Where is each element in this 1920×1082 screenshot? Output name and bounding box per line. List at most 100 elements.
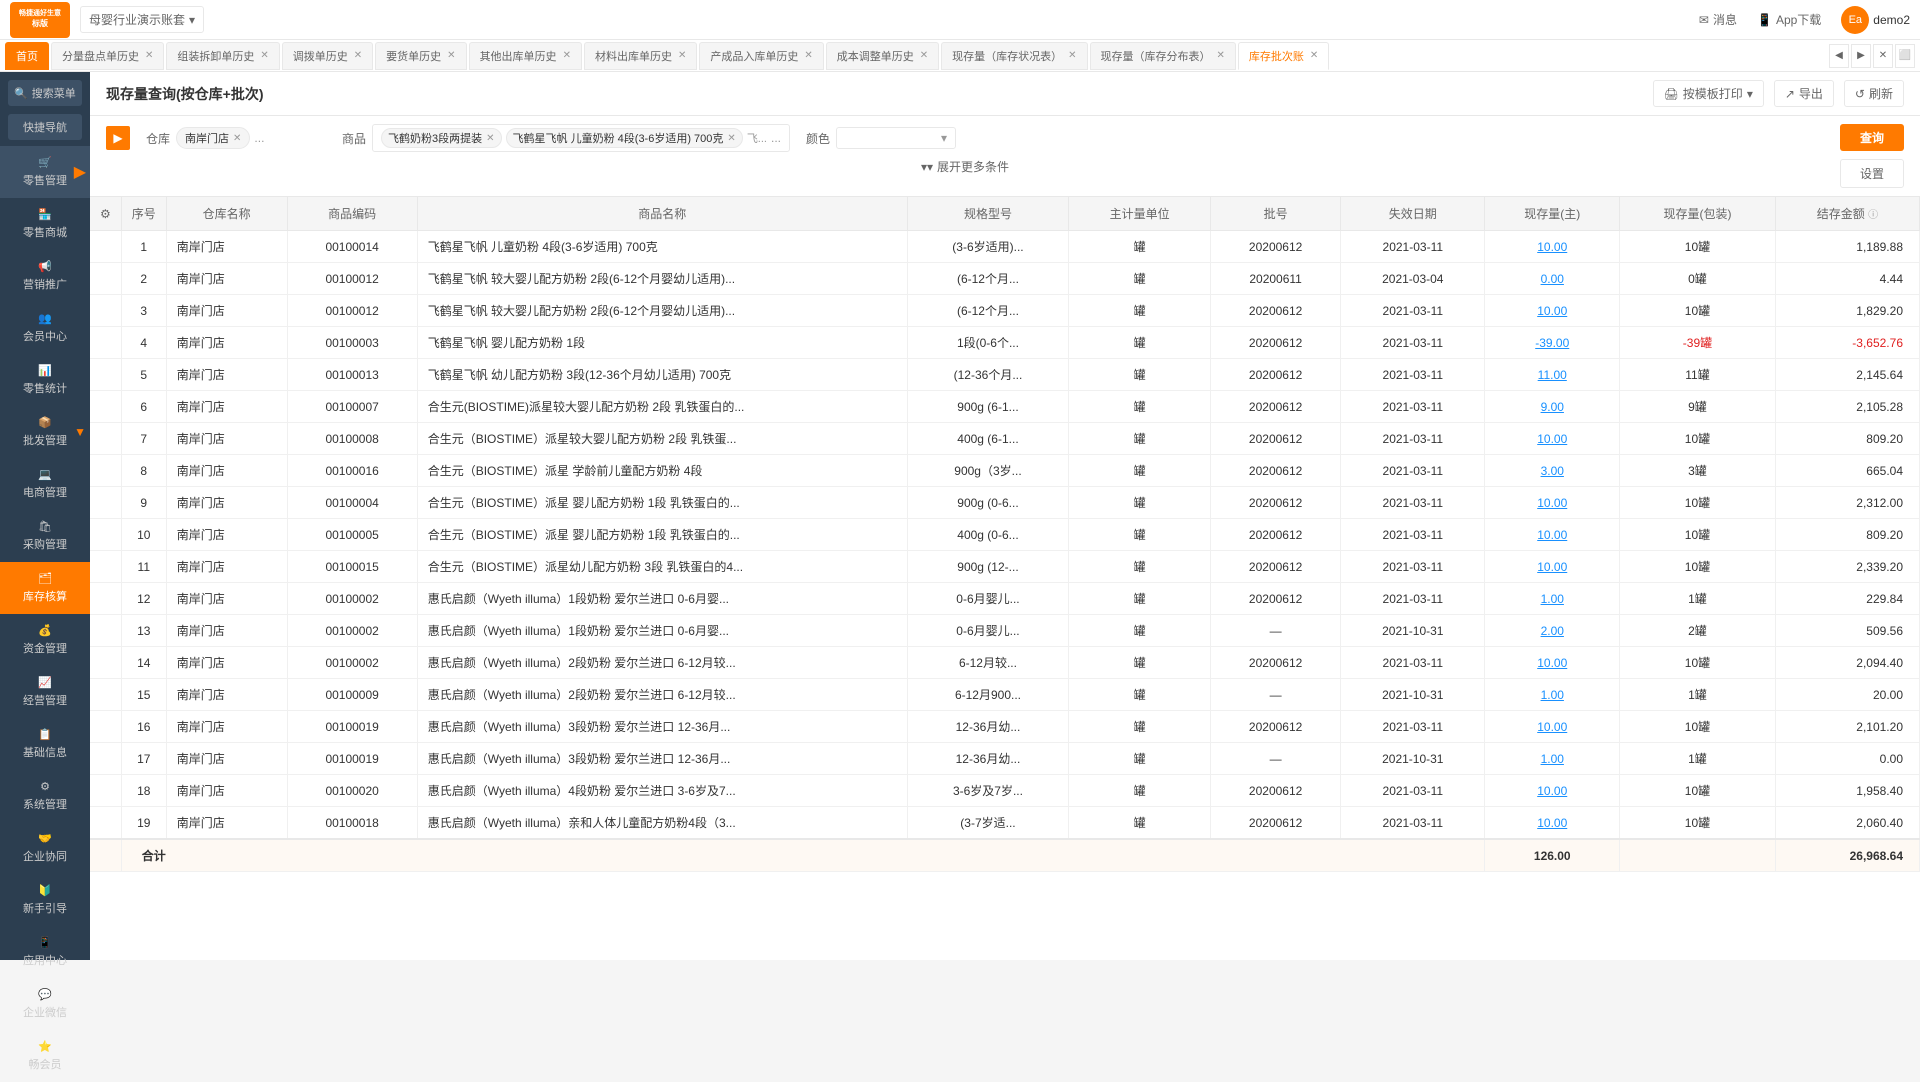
- balance-info-icon[interactable]: ⓘ: [1868, 210, 1878, 221]
- tab-close-icon[interactable]: ✕: [1310, 50, 1318, 61]
- sidebar-item-purchase[interactable]: 🛍 采购管理: [0, 510, 90, 562]
- row-stock-main[interactable]: 2.00: [1485, 615, 1620, 647]
- row-stock-main[interactable]: 10.00: [1485, 487, 1620, 519]
- sidebar-item-ecommerce[interactable]: 💻 电商管理: [0, 458, 90, 510]
- sidebar-item-retail-mall[interactable]: 🏪 零售商城: [0, 198, 90, 250]
- row-stock-main[interactable]: 11.00: [1485, 359, 1620, 391]
- tab-close-icon[interactable]: ✕: [354, 50, 362, 61]
- row-stock-main[interactable]: 9.00: [1485, 391, 1620, 423]
- sidebar-item-marketing[interactable]: 📢 营销推广: [0, 250, 90, 302]
- sidebar-item-member[interactable]: 👥 会员中心: [0, 302, 90, 354]
- app-download-btn[interactable]: 📱 App下载: [1757, 11, 1821, 28]
- tab-cailiaochukudanls[interactable]: 材料出库单历史 ✕: [584, 42, 697, 70]
- tab-diaobodanls[interactable]: 调拨单历史 ✕: [282, 42, 373, 70]
- sidebar-item-inventory[interactable]: 🗂 库存核算: [0, 562, 90, 614]
- row-stock-main[interactable]: 3.00: [1485, 455, 1620, 487]
- tab-close-all-btn[interactable]: ✕: [1873, 44, 1893, 68]
- tab-close-icon[interactable]: ✕: [678, 50, 686, 61]
- sidebar-item-appcenter[interactable]: 📱 应用中心: [0, 926, 90, 978]
- tab-fenliangpandian[interactable]: 分量盘点单历史 ✕: [51, 42, 164, 70]
- sidebar-item-wxwork[interactable]: 💬 企业微信: [0, 978, 90, 1030]
- tab-kucunpicizh[interactable]: 库存批次账 ✕: [1238, 42, 1329, 70]
- row-spec: 6-12月900...: [907, 679, 1069, 711]
- row-balance: 2,101.20: [1775, 711, 1919, 743]
- sidebar-item-business[interactable]: 📈 经营管理: [0, 666, 90, 718]
- tab-xiancunliang-dist[interactable]: 现存量（库存分布表） ✕: [1090, 42, 1236, 70]
- filter-expand-btn[interactable]: ▶: [106, 126, 130, 150]
- row-stock-pkg: 10罐: [1620, 423, 1776, 455]
- sidebar-item-system[interactable]: ⚙ 系统管理: [0, 770, 90, 822]
- row-stock-main[interactable]: 10.00: [1485, 711, 1620, 743]
- industry-selector[interactable]: 母婴行业演示账套 ▾: [80, 6, 204, 33]
- row-warehouse: 南岸门店: [166, 743, 287, 775]
- row-balance: 0.00: [1775, 743, 1919, 775]
- col-gear[interactable]: ⚙: [90, 197, 121, 231]
- sidebar-item-retail-stats[interactable]: 📊 零售统计: [0, 354, 90, 406]
- settings-btn[interactable]: 设置: [1840, 159, 1904, 188]
- search-menu-btn[interactable]: 🔍 搜索菜单: [8, 80, 82, 106]
- tab-close-icon[interactable]: ✕: [145, 50, 153, 61]
- sidebar-item-retail-mgmt[interactable]: 🛒 零售管理 ▶: [0, 146, 90, 198]
- row-stock-main[interactable]: 10.00: [1485, 519, 1620, 551]
- row-stock-main[interactable]: 10.00: [1485, 775, 1620, 807]
- user-name[interactable]: demo2: [1873, 13, 1910, 27]
- tab-close-icon[interactable]: ✕: [447, 50, 455, 61]
- row-batch: 20200612: [1211, 775, 1341, 807]
- tab-close-icon[interactable]: ✕: [260, 50, 268, 61]
- tab-chanpinrukudanls[interactable]: 产成品入库单历史 ✕: [699, 42, 823, 70]
- tab-xiancunliang-status[interactable]: 现存量（库存状况表） ✕: [941, 42, 1087, 70]
- expand-more-btn[interactable]: ▾▾ 展开更多条件: [106, 152, 1824, 181]
- sidebar-item-enterprise[interactable]: 🤝 企业协同: [0, 822, 90, 874]
- col-spec: 规格型号: [907, 197, 1069, 231]
- row-stock-main[interactable]: 0.00: [1485, 263, 1620, 295]
- sidebar-item-icon: 💻: [38, 468, 52, 481]
- tab-close-icon[interactable]: ✕: [920, 50, 928, 61]
- row-stock-main[interactable]: 1.00: [1485, 679, 1620, 711]
- tab-close-icon[interactable]: ✕: [1217, 50, 1225, 61]
- warehouse-tag-close-icon[interactable]: ✕: [233, 133, 241, 144]
- product-tag-1-close[interactable]: ✕: [486, 133, 494, 144]
- warehouse-more-btn[interactable]: ...: [254, 131, 264, 145]
- export-btn[interactable]: ↗ 导出: [1774, 80, 1834, 107]
- sidebar-item-basic-info[interactable]: 📋 基础信息: [0, 718, 90, 770]
- tab-yaohuodanls[interactable]: 要货单历史 ✕: [375, 42, 466, 70]
- tab-prev-btn[interactable]: ◀: [1829, 44, 1849, 68]
- row-stock-main[interactable]: 10.00: [1485, 647, 1620, 679]
- row-stock-main[interactable]: 10.00: [1485, 551, 1620, 583]
- color-select[interactable]: ▾: [836, 127, 956, 149]
- row-stock-main[interactable]: 10.00: [1485, 231, 1620, 263]
- product-tag-2-close[interactable]: ✕: [727, 133, 735, 144]
- tab-maximize-btn[interactable]: ⬜: [1895, 44, 1915, 68]
- row-stock-main[interactable]: -39.00: [1485, 327, 1620, 359]
- row-expdate: 2021-03-11: [1341, 583, 1485, 615]
- tab-close-icon[interactable]: ✕: [1068, 50, 1076, 61]
- refresh-btn[interactable]: ↺ 刷新: [1844, 80, 1904, 107]
- sidebar-item-icon: 🔰: [38, 884, 52, 897]
- sidebar-item-wholesale[interactable]: 📦 批发管理 ▼: [0, 406, 90, 458]
- template-print-btn[interactable]: 🖨 按模板打印 ▾: [1653, 80, 1764, 107]
- main-content: 现存量查询(按仓库+批次) 🖨 按模板打印 ▾ ↗ 导出 ↺ 刷新: [90, 72, 1920, 960]
- row-stock-main[interactable]: 10.00: [1485, 423, 1620, 455]
- tab-close-icon[interactable]: ✕: [563, 50, 571, 61]
- product-more-btn[interactable]: ...: [771, 131, 781, 145]
- row-stock-main[interactable]: 1.00: [1485, 743, 1620, 775]
- tab-qitachukudanls[interactable]: 其他出库单历史 ✕: [469, 42, 582, 70]
- row-stock-main[interactable]: 10.00: [1485, 807, 1620, 840]
- message-btn[interactable]: ✉ 消息: [1699, 11, 1737, 28]
- row-stock-main[interactable]: 10.00: [1485, 295, 1620, 327]
- row-stock-main[interactable]: 1.00: [1485, 583, 1620, 615]
- row-spec: 900g (6-1...: [907, 391, 1069, 423]
- sidebar-item-finance[interactable]: 💰 资金管理: [0, 614, 90, 666]
- tab-next-btn[interactable]: ▶: [1851, 44, 1871, 68]
- tab-zuzhuangchaijie[interactable]: 组装拆卸单历史 ✕: [166, 42, 279, 70]
- tab-home[interactable]: 首页: [5, 42, 49, 70]
- product-tag-container[interactable]: 飞鹤奶粉3段两提装 ✕ 飞鹤星飞帆 儿童奶粉 4段(3-6岁适用) 700克 ✕…: [372, 124, 790, 152]
- sidebar-item-vip[interactable]: ⭐ 畅会员: [0, 1030, 90, 1082]
- quick-nav-btn[interactable]: 快捷导航: [8, 114, 82, 140]
- query-btn[interactable]: 查询: [1840, 124, 1904, 151]
- tab-chengbentiaozhengle[interactable]: 成本调整单历史 ✕: [826, 42, 939, 70]
- sidebar-item-newbie[interactable]: 🔰 新手引导: [0, 874, 90, 926]
- row-unit: 罐: [1069, 487, 1211, 519]
- tab-close-icon[interactable]: ✕: [804, 50, 812, 61]
- row-product-name: 惠氏启颜（Wyeth illuma）3段奶粉 爱尔兰进口 12-36月...: [417, 711, 907, 743]
